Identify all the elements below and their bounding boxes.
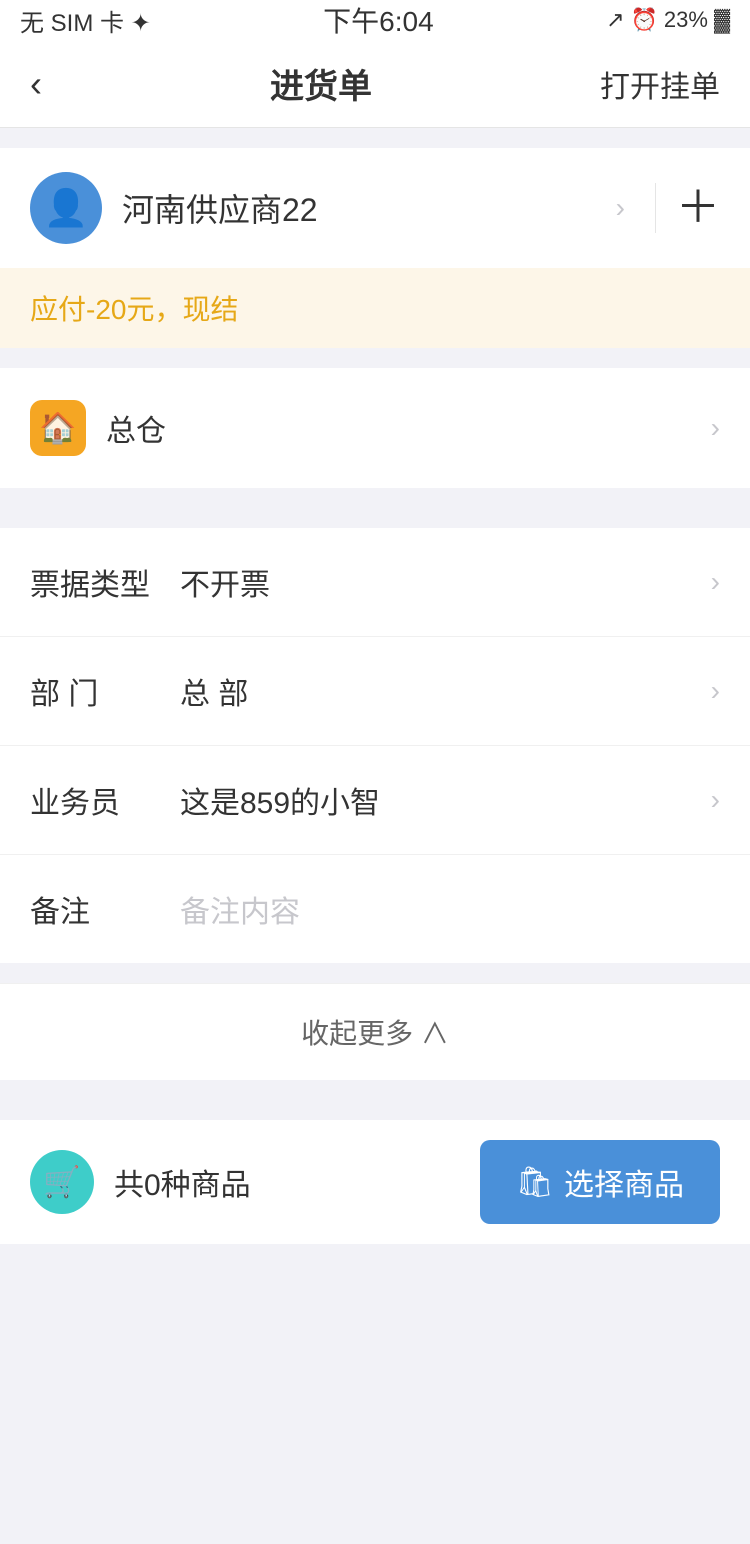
- remark-input[interactable]: 备注内容: [160, 887, 720, 931]
- department-row[interactable]: 部 门 总 部 ›: [0, 637, 750, 746]
- battery-icon: ▓: [714, 7, 730, 33]
- collapse-row[interactable]: 收起更多 ∧: [0, 983, 750, 1080]
- battery-label: 23%: [664, 7, 708, 33]
- salesperson-row[interactable]: 业务员 这是859的小智 ›: [0, 746, 750, 855]
- bottom-fill: [0, 1244, 750, 1544]
- warehouse-chevron-icon: ›: [711, 412, 720, 444]
- warehouse-label: 总仓: [106, 406, 711, 450]
- bottom-bar: 🛒 共0种商品 🛍 选择商品: [0, 1120, 750, 1244]
- collapse-label: 收起更多 ∧: [301, 1012, 449, 1052]
- invoice-type-row[interactable]: 票据类型 不开票 ›: [0, 528, 750, 637]
- form-section: 票据类型 不开票 › 部 门 总 部 › 业务员 这是859的小智 › 备注 备…: [0, 528, 750, 963]
- page-title: 进货单: [270, 59, 372, 108]
- department-value: 总 部: [160, 669, 711, 713]
- back-button[interactable]: ‹: [30, 63, 42, 105]
- product-icon: 🛒: [43, 1165, 80, 1200]
- select-product-label: 选择商品: [564, 1160, 684, 1204]
- status-time: 下午6:04: [323, 0, 434, 40]
- notice-banner: 应付-20元，现结: [0, 268, 750, 348]
- open-pending-button[interactable]: 打开挂单: [600, 62, 720, 106]
- add-supplier-button[interactable]: ＋: [676, 186, 720, 230]
- alarm-icon: ⏰: [631, 7, 658, 33]
- supplier-chevron-icon: ›: [616, 192, 625, 224]
- avatar: 👤: [30, 172, 102, 244]
- status-right: ↗ ⏰ 23% ▓: [606, 7, 730, 33]
- product-count-label: 共0种商品: [114, 1160, 480, 1204]
- product-icon-wrap: 🛒: [30, 1150, 94, 1214]
- remark-row[interactable]: 备注 备注内容: [0, 855, 750, 963]
- section-gap-4: [0, 1080, 750, 1100]
- select-product-button[interactable]: 🛍 选择商品: [480, 1140, 720, 1224]
- nav-bar: ‹ 进货单 打开挂单: [0, 40, 750, 128]
- department-chevron-icon: ›: [711, 675, 720, 707]
- invoice-type-label: 票据类型: [30, 560, 160, 604]
- supplier-divider: [655, 183, 656, 233]
- section-gap-1: [0, 128, 750, 148]
- salesperson-value: 这是859的小智: [160, 778, 711, 822]
- supplier-section: 👤 河南供应商22 › ＋ 应付-20元，现结: [0, 148, 750, 348]
- warehouse-icon-wrap: 🏠: [30, 400, 86, 456]
- salesperson-chevron-icon: ›: [711, 784, 720, 816]
- salesperson-label: 业务员: [30, 778, 160, 822]
- section-gap-3: [0, 488, 750, 508]
- warehouse-row[interactable]: 🏠 总仓 ›: [0, 368, 750, 488]
- warehouse-icon: 🏠: [39, 411, 76, 446]
- section-gap-2: [0, 348, 750, 368]
- person-icon: 👤: [44, 187, 89, 229]
- supplier-name: 河南供应商22: [122, 185, 616, 231]
- status-left: 无 SIM 卡 ✦: [20, 3, 151, 38]
- warehouse-section: 🏠 总仓 ›: [0, 368, 750, 488]
- remark-label: 备注: [30, 887, 160, 931]
- department-label: 部 门: [30, 669, 160, 713]
- invoice-type-chevron-icon: ›: [711, 566, 720, 598]
- select-product-icon: 🛍: [516, 1165, 554, 1200]
- status-bar: 无 SIM 卡 ✦ 下午6:04 ↗ ⏰ 23% ▓: [0, 0, 750, 40]
- invoice-type-value: 不开票: [160, 560, 711, 604]
- supplier-row[interactable]: 👤 河南供应商22 › ＋: [0, 148, 750, 268]
- location-icon: ↗: [606, 7, 624, 33]
- sim-label: 无 SIM 卡 ✦: [20, 3, 151, 38]
